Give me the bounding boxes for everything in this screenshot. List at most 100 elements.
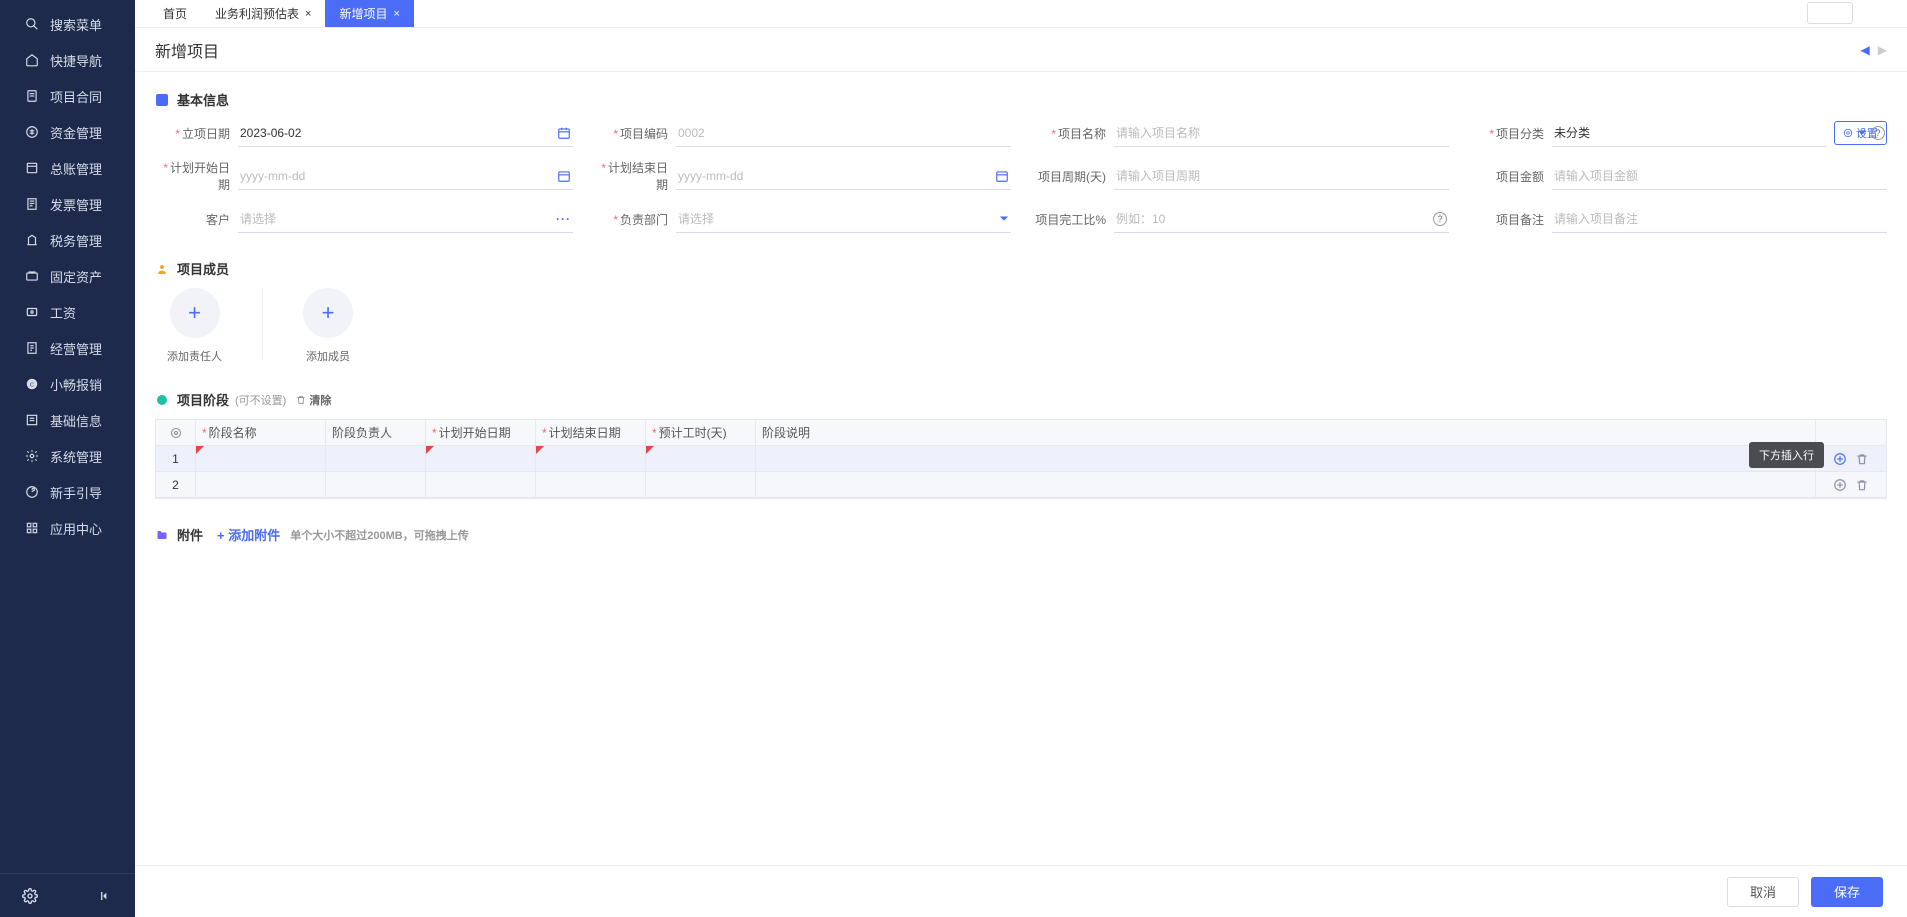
sidebar-item-expense[interactable]: C小畅报销 [0,366,135,402]
sidebar-item-base[interactable]: 基础信息 [0,402,135,438]
field-project-code: *项目编码 [593,119,1011,147]
period-input[interactable] [1114,162,1449,190]
prev-record-icon[interactable]: ◀ [1861,43,1870,57]
cell-desc[interactable] [756,446,1816,472]
project-code-input[interactable] [676,119,1011,147]
delete-row-icon[interactable] [1855,452,1869,466]
add-member: + 添加成员 [303,288,353,364]
help-icon[interactable]: ? [1433,212,1447,226]
help-icon[interactable]: ? [1871,126,1885,140]
tab-profit-report[interactable]: 业务利润预估表× [201,0,325,27]
cell-desc[interactable] [756,472,1816,498]
gear-header[interactable] [156,420,196,446]
attachment-hint: 单个大小不超过200MB，可拖拽上传 [290,527,468,543]
cell-start[interactable] [426,446,536,472]
section-title: 附件 [177,525,203,544]
stage-table-header: *阶段名称 阶段负责人 *计划开始日期 *计划结束日期 *预计工时(天) 阶段说… [156,420,1886,446]
plan-start-input[interactable] [238,162,573,190]
field-plan-start: *计划开始日期 [155,159,573,193]
sidebar-label: 工资 [50,303,76,322]
cell-name[interactable] [196,472,326,498]
person-icon [155,262,169,276]
sidebar-footer [0,873,135,917]
project-name-input[interactable] [1114,119,1449,147]
record-nav: ◀ ▶ [1861,43,1887,57]
main: 首页 业务利润预估表× 新增项目× 新增项目 ◀ ▶ 基本信息 *立项日期 [135,0,1907,917]
sidebar-item-funds[interactable]: 资金管理 [0,114,135,150]
add-member-button[interactable]: + [303,288,353,338]
project-category-select[interactable]: 未分类? [1552,119,1826,147]
sidebar-label: 总账管理 [50,159,102,178]
tab-new-project[interactable]: 新增项目× [325,0,413,27]
section-title: 项目阶段 [177,390,229,409]
sidebar-item-system[interactable]: 系统管理 [0,438,135,474]
more-icon[interactable]: ··· [556,212,571,226]
expand-icon[interactable] [1859,2,1903,24]
cell-hours[interactable] [646,446,756,472]
insert-row-icon[interactable] [1833,478,1847,492]
sidebar-item-asset[interactable]: 固定资产 [0,258,135,294]
cell-owner[interactable] [326,446,426,472]
project-date-input[interactable] [238,119,573,147]
tab-close-icon[interactable]: × [305,8,311,20]
sidebar-item-salary[interactable]: 工资 [0,294,135,330]
plan-end-input[interactable] [676,162,1011,190]
calendar-icon[interactable] [995,169,1009,183]
col-actions [1816,420,1886,446]
calendar-icon[interactable] [557,126,571,140]
cell-hours[interactable] [646,472,756,498]
section-attachment: 附件 + 添加附件 单个大小不超过200MB，可拖拽上传 [155,525,1887,544]
guide-icon [24,484,40,500]
add-owner-button[interactable]: + [170,288,220,338]
stage-row[interactable]: 2 [156,472,1886,498]
insert-row-icon[interactable] [1833,452,1847,466]
delete-row-icon[interactable] [1855,478,1869,492]
dept-select[interactable]: 请选择 [676,205,1011,233]
field-project-date: *立项日期 [155,119,573,147]
save-button[interactable]: 保存 [1811,877,1883,907]
sidebar-item-search[interactable]: 搜索菜单 [0,6,135,42]
stage-row[interactable]: 1 下方插入行 [156,446,1886,472]
sidebar-item-apps[interactable]: 应用中心 [0,510,135,546]
calendar-icon[interactable] [557,169,571,183]
section-basic: 基本信息 [155,90,1887,109]
sidebar-item-guide[interactable]: 新手引导 [0,474,135,510]
base-icon [24,412,40,428]
row-index: 2 [156,472,196,498]
biz-icon [24,340,40,356]
sidebar-label: 应用中心 [50,519,102,538]
cell-owner[interactable] [326,472,426,498]
customer-select[interactable]: 请选择··· [238,205,573,233]
settings-icon[interactable] [22,888,38,904]
cell-start[interactable] [426,472,536,498]
sidebar-item-quicknav[interactable]: 快捷导航 [0,42,135,78]
sidebar-label: 经营管理 [50,339,102,358]
amount-input[interactable] [1552,162,1887,190]
progress-input[interactable] [1114,205,1449,233]
sidebar: 搜索菜单 快捷导航 项目合同 资金管理 总账管理 发票管理 税务管理 固定资产 … [0,0,135,917]
sidebar-item-invoice[interactable]: 发票管理 [0,186,135,222]
remark-input[interactable] [1552,205,1887,233]
add-attachment-link[interactable]: + 添加附件 [217,525,280,544]
close-window-icon[interactable] [1807,2,1853,24]
collapse-icon[interactable] [97,888,113,904]
footer: 取消 保存 [135,865,1907,917]
cancel-button[interactable]: 取消 [1727,877,1799,907]
next-record-icon[interactable]: ▶ [1878,43,1887,57]
insert-row-tooltip: 下方插入行 [1749,442,1824,468]
row-index: 1 [156,446,196,472]
cell-name[interactable] [196,446,326,472]
sidebar-item-contract[interactable]: 项目合同 [0,78,135,114]
tab-home[interactable]: 首页 [149,0,201,27]
field-project-name: *项目名称 [1031,119,1449,147]
divider [262,288,263,360]
cell-end[interactable] [536,472,646,498]
doc-icon [24,88,40,104]
clear-stages-button[interactable]: 清除 [296,392,331,408]
sidebar-item-tax[interactable]: 税务管理 [0,222,135,258]
sidebar-item-ledger[interactable]: 总账管理 [0,150,135,186]
sidebar-item-biz[interactable]: 经营管理 [0,330,135,366]
coin-icon [24,124,40,140]
cell-end[interactable] [536,446,646,472]
tab-close-icon[interactable]: × [393,8,399,20]
